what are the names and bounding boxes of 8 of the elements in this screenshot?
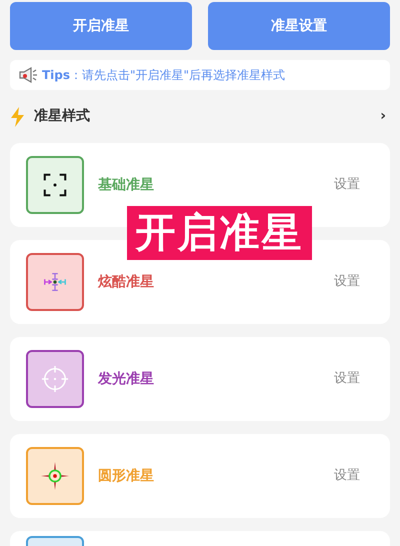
style-name: 炫酷准星 [98, 272, 154, 292]
caption-toast: 开启准星 [127, 206, 312, 260]
style-name: 基础准星 [98, 176, 154, 194]
style-name: 发光准星 [98, 370, 154, 388]
section-title: 准星样式 [34, 107, 90, 126]
tips-text: ：请先点击"开启准星"后再选择准星样式 [70, 67, 286, 84]
style-name: 圆形准星 [98, 466, 154, 486]
tips-label: Tips [42, 67, 70, 84]
